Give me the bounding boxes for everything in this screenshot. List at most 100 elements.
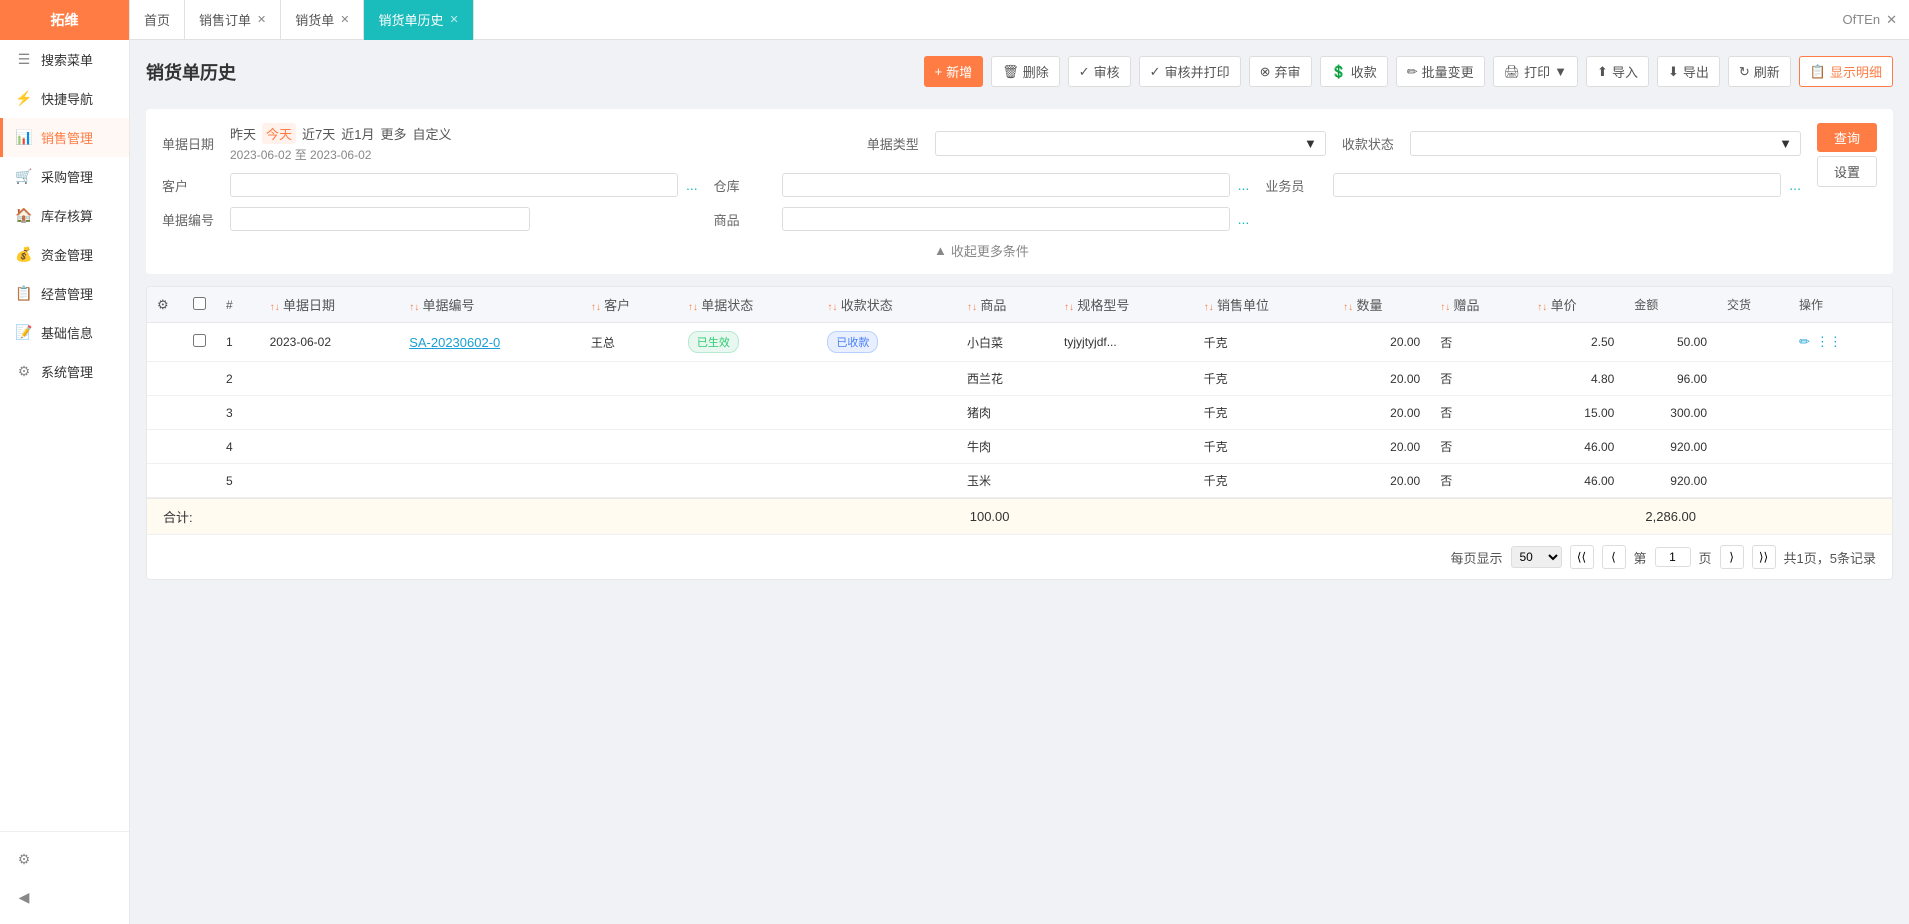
show-detail-button[interactable]: 📋 显示明细 <box>1799 56 1893 87</box>
tab-sales-history[interactable]: 销货单历史 ✕ <box>364 0 473 40</box>
print-button[interactable]: 🖨 打印 ▼ <box>1493 56 1578 87</box>
doc-no-link[interactable]: SA-20230602-0 <box>409 335 500 350</box>
salesperson-input[interactable] <box>1333 173 1781 197</box>
row-goods: 牛肉 <box>957 430 1054 464</box>
row-gift: 否 <box>1430 362 1527 396</box>
sys-mgmt-icon: ⚙ <box>15 363 33 381</box>
page-input[interactable] <box>1655 547 1691 567</box>
next-page-button[interactable]: ⟩ <box>1720 545 1744 569</box>
collapse-button[interactable]: ▲ 收起更多条件 <box>162 241 1801 260</box>
date-shortcut-yesterday[interactable]: 昨天 <box>230 124 256 143</box>
row-doc-status: 已生效 <box>678 323 818 362</box>
row-date <box>260 396 400 430</box>
customer-input[interactable] <box>230 173 678 197</box>
customer-select-icon[interactable]: ... <box>686 177 698 193</box>
sidebar-item-search-menu[interactable]: ☰ 搜索菜单 <box>0 40 129 79</box>
sidebar-item-inventory[interactable]: 🏠 库存核算 <box>0 196 129 235</box>
tab-sales-history-close[interactable]: ✕ <box>450 13 459 26</box>
col-price[interactable]: ↑↓ 单价 <box>1527 287 1624 323</box>
col-qty[interactable]: ↑↓ 数量 <box>1333 287 1430 323</box>
col-goods-label: 商品 <box>980 298 1006 313</box>
col-goods[interactable]: ↑↓ 商品 <box>957 287 1054 323</box>
audit-print-button[interactable]: ✓ 审核并打印 <box>1139 56 1241 87</box>
col-gear[interactable]: ⚙ <box>147 287 183 323</box>
sort-icon: ↑↓ <box>827 302 837 313</box>
pay-status-select[interactable]: ▼ <box>1410 131 1801 156</box>
print-dropdown-icon: ▼ <box>1554 64 1567 79</box>
goods-label: 商品 <box>714 210 774 229</box>
batch-change-icon: ✏ <box>1407 64 1418 80</box>
doc-no-input[interactable] <box>230 207 530 231</box>
purchase-mgmt-icon: 🛒 <box>15 168 33 186</box>
import-button[interactable]: ⬆ 导入 <box>1586 56 1649 87</box>
col-customer[interactable]: ↑↓ 客户 <box>581 287 678 323</box>
sidebar-item-purchase-mgmt[interactable]: 🛒 采购管理 <box>0 157 129 196</box>
export-button[interactable]: ⬇ 导出 <box>1657 56 1720 87</box>
refresh-button[interactable]: ↻ 刷新 <box>1728 56 1791 87</box>
col-doc-no[interactable]: ↑↓ 单据编号 <box>399 287 581 323</box>
tab-sales-goods-close[interactable]: ✕ <box>340 13 349 26</box>
collect-label: 收款 <box>1351 62 1377 81</box>
select-all-checkbox[interactable] <box>193 297 206 310</box>
sidebar-item-sales-mgmt[interactable]: 📊 销售管理 <box>0 118 129 157</box>
collect-button[interactable]: 💲 收款 <box>1320 56 1388 87</box>
page-size-label: 每页显示 <box>1450 548 1502 567</box>
first-page-button[interactable]: ⟨⟨ <box>1570 545 1594 569</box>
last-page-button[interactable]: ⟩⟩ <box>1752 545 1776 569</box>
row-spec: tyjyjtyjdf... <box>1054 323 1194 362</box>
date-shortcut-more[interactable]: 更多 <box>381 124 407 143</box>
delete-button[interactable]: 🗑 删除 <box>991 56 1060 87</box>
doc-type-select[interactable]: ▼ <box>935 131 1326 156</box>
more-icon[interactable]: ⋮⋮ <box>1816 334 1842 350</box>
col-spec[interactable]: ↑↓ 规格型号 <box>1054 287 1194 323</box>
date-shortcut-7days[interactable]: 近7天 <box>302 124 335 143</box>
sidebar-item-label: 搜索菜单 <box>41 50 93 69</box>
col-doc-status[interactable]: ↑↓ 单据状态 <box>678 287 818 323</box>
col-gift[interactable]: ↑↓ 赠品 <box>1430 287 1527 323</box>
topbar-close-icon[interactable]: ✕ <box>1886 12 1897 28</box>
date-shortcut-custom[interactable]: 自定义 <box>413 124 452 143</box>
col-unit[interactable]: ↑↓ 销售单位 <box>1194 287 1334 323</box>
row-gift: 否 <box>1430 323 1527 362</box>
sort-icon: ↑↓ <box>591 302 601 313</box>
date-shortcut-today[interactable]: 今天 <box>262 123 296 144</box>
sidebar-item-collapse[interactable]: ◀ <box>0 878 129 916</box>
sidebar-item-funds-mgmt[interactable]: 💰 资金管理 <box>0 235 129 274</box>
warehouse-input[interactable] <box>782 173 1230 197</box>
col-pay-status[interactable]: ↑↓ 收款状态 <box>817 287 957 323</box>
filter-row-1: 单据日期 昨天 今天 近7天 近1月 更多 自定义 2 <box>162 123 1801 163</box>
warehouse-select-icon[interactable]: ... <box>1238 177 1250 193</box>
date-shortcut-1month[interactable]: 近1月 <box>341 124 374 143</box>
basic-info-icon: 📝 <box>15 324 33 342</box>
col-date[interactable]: ↑↓ 单据日期 <box>260 287 400 323</box>
tab-sales-order-close[interactable]: ✕ <box>257 13 266 26</box>
query-button[interactable]: 查询 <box>1817 123 1877 152</box>
sales-mgmt-icon: 📊 <box>15 129 33 147</box>
page-size-select[interactable]: 50 20 100 <box>1511 546 1562 568</box>
prev-page-button[interactable]: ⟨ <box>1602 545 1626 569</box>
new-button[interactable]: + 新增 <box>924 56 984 87</box>
sidebar-item-ops-mgmt[interactable]: 📋 经营管理 <box>0 274 129 313</box>
collapse-label: 收起更多条件 <box>951 241 1029 260</box>
sidebar-item-settings[interactable]: ⚙ <box>0 840 129 878</box>
tab-home[interactable]: 首页 <box>130 0 185 40</box>
edit-icon[interactable]: ✏ <box>1799 334 1810 350</box>
tab-sales-goods[interactable]: 销货单 ✕ <box>281 0 364 40</box>
row-seq: 4 <box>216 430 260 464</box>
salesperson-select-icon[interactable]: ... <box>1789 177 1801 193</box>
batch-change-button[interactable]: ✏ 批量变更 <box>1396 56 1485 87</box>
audit-button[interactable]: ✓ 审核 <box>1068 56 1131 87</box>
goods-input[interactable] <box>782 207 1230 231</box>
row-select-checkbox[interactable] <box>193 334 206 347</box>
row-action <box>1789 430 1892 464</box>
set-button[interactable]: 设置 <box>1817 156 1877 187</box>
settings-icon: ⚙ <box>15 850 33 868</box>
tab-sales-order[interactable]: 销售订单 ✕ <box>185 0 281 40</box>
sidebar-item-quick-nav[interactable]: ⚡ 快捷导航 <box>0 79 129 118</box>
row-doc-status <box>678 464 818 498</box>
sidebar-item-basic-info[interactable]: 📝 基础信息 <box>0 313 129 352</box>
goods-select-icon[interactable]: ... <box>1238 211 1250 227</box>
sidebar-item-sys-mgmt[interactable]: ⚙ 系统管理 <box>0 352 129 391</box>
row-unit: 千克 <box>1194 362 1334 396</box>
abandon-button[interactable]: ⊗ 弃审 <box>1249 56 1312 87</box>
